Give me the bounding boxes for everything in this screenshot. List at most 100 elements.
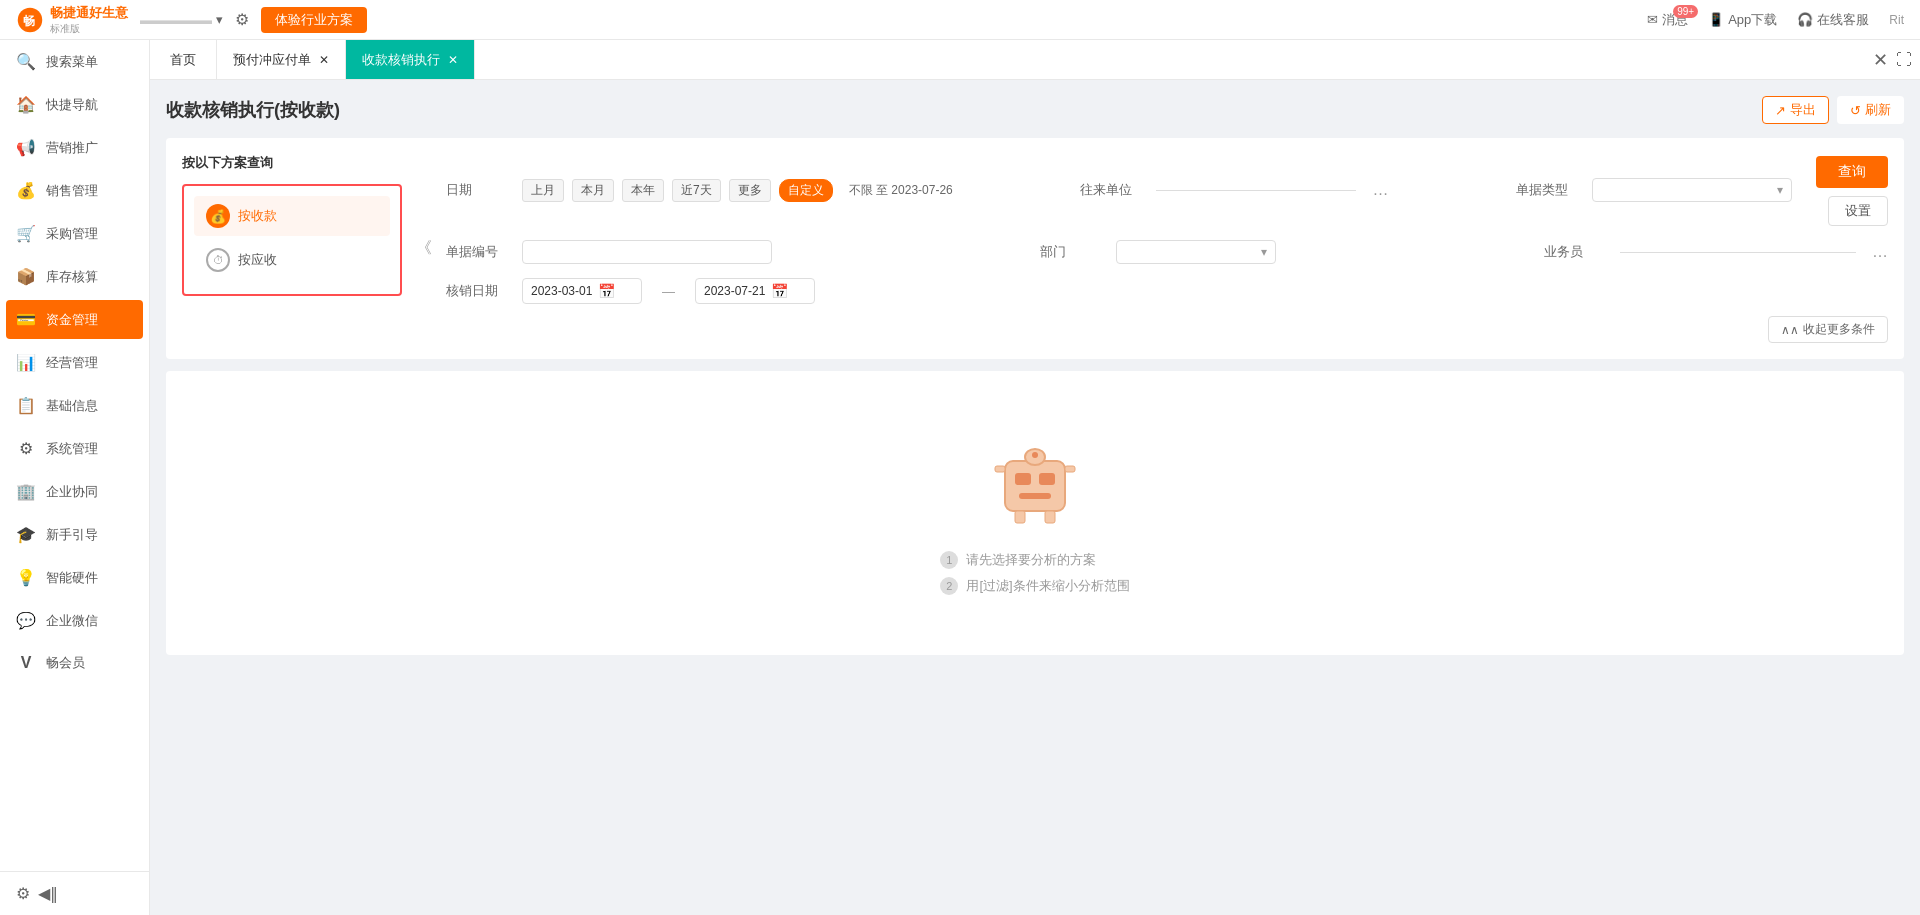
message-badge: 99+ [1673, 5, 1698, 18]
verify-date-start-calendar-icon[interactable]: 📅 [598, 283, 615, 299]
sidebar-item-basic-info[interactable]: 📋 基础信息 [0, 384, 149, 427]
tab-home[interactable]: 首页 [150, 40, 217, 79]
sidebar-item-label: 销售管理 [46, 182, 98, 200]
date-btn-this-year[interactable]: 本年 [622, 179, 664, 202]
topbar-dropdown[interactable]: ▬▬▬▬▬▬ ▾ [140, 12, 223, 27]
verify-date-end-input[interactable]: 2023-07-21 📅 [695, 278, 815, 304]
purchase-icon: 🛒 [16, 224, 36, 243]
sidebar-item-purchase[interactable]: 🛒 采购管理 [0, 212, 149, 255]
tabbar-close-button[interactable]: ✕ [1873, 49, 1888, 71]
tab-payment-verify-close[interactable]: ✕ [448, 53, 458, 67]
marketing-icon: 📢 [16, 138, 36, 157]
verify-date-start-input[interactable]: 2023-03-01 📅 [522, 278, 642, 304]
date-range-dash: — [662, 284, 675, 299]
date-btn-this-month[interactable]: 本月 [572, 179, 614, 202]
staff-dots[interactable]: … [1872, 243, 1888, 261]
date-btn-custom[interactable]: 自定义 [779, 179, 833, 202]
wechat-icon: 💬 [16, 611, 36, 630]
date-btn-7days[interactable]: 近7天 [672, 179, 721, 202]
step-num-1: 1 [940, 551, 958, 569]
sidebar-item-nav[interactable]: 🏠 快捷导航 [0, 83, 149, 126]
tab-payment-verify-label: 收款核销执行 [362, 51, 440, 69]
sidebar-item-search[interactable]: 🔍 搜索菜单 [0, 40, 149, 83]
doc-no-label: 单据编号 [446, 243, 506, 261]
basic-info-icon: 📋 [16, 396, 36, 415]
export-icon: ↗ [1775, 103, 1786, 118]
counter-party-dots[interactable]: … [1372, 181, 1388, 199]
filter-section-title: 按以下方案查询 [182, 154, 402, 172]
filter-rows: 日期 上月 本月 本年 近7天 更多 自定义 不限 至 2023-07-26 [446, 154, 1888, 304]
sidebar-settings-icon[interactable]: ⚙ [16, 884, 30, 903]
empty-step-2-text: 用[过滤]条件来缩小分析范围 [966, 577, 1129, 595]
query-btn-group: 查询 设置 [1808, 154, 1888, 226]
sidebar-item-label: 畅会员 [46, 654, 85, 672]
sidebar-item-label: 资金管理 [46, 311, 98, 329]
sidebar-item-hardware[interactable]: 💡 智能硬件 [0, 556, 149, 599]
svg-point-11 [1032, 452, 1038, 458]
step-num-2: 2 [940, 577, 958, 595]
funds-icon: 💳 [16, 310, 36, 329]
filter-collapse-button[interactable]: 《 [414, 154, 434, 343]
refresh-icon: ↺ [1850, 103, 1861, 118]
sidebar-item-member[interactable]: V 畅会员 [0, 642, 149, 684]
export-button[interactable]: ↗ 导出 [1762, 96, 1829, 124]
tab-payment-verify[interactable]: 收款核销执行 ✕ [346, 40, 475, 79]
date-btn-more[interactable]: 更多 [729, 179, 771, 202]
refresh-button[interactable]: ↺ 刷新 [1837, 96, 1904, 124]
svg-text:畅: 畅 [23, 14, 35, 28]
page-title-row: 收款核销执行(按收款) ↗ 导出 ↺ 刷新 [166, 96, 1904, 124]
logo: 畅 畅捷通好生意 标准版 [16, 4, 128, 36]
verify-date-end-calendar-icon[interactable]: 📅 [771, 283, 788, 299]
settings-button[interactable]: 设置 [1828, 196, 1888, 226]
filter-option-by-receivable[interactable]: ⏱ 按应收 [194, 240, 390, 280]
empty-illustration [975, 431, 1095, 531]
date-filter-group: 上月 本月 本年 近7天 更多 自定义 [522, 179, 833, 202]
tab-prepay-close[interactable]: ✕ [319, 53, 329, 67]
operations-icon: 📊 [16, 353, 36, 372]
dept-select[interactable]: ▾ [1116, 240, 1276, 264]
sidebar-item-label: 经营管理 [46, 354, 98, 372]
doc-type-select[interactable]: ▾ [1592, 178, 1792, 202]
receivable-option-icon: ⏱ [206, 248, 230, 272]
guide-icon: 🎓 [16, 525, 36, 544]
message-button[interactable]: ✉ 消息 99+ [1647, 11, 1688, 29]
date-btn-last-month[interactable]: 上月 [522, 179, 564, 202]
sidebar-item-sales[interactable]: 💰 销售管理 [0, 169, 149, 212]
app-label: App下载 [1728, 11, 1777, 29]
sidebar-item-enterprise[interactable]: 🏢 企业协同 [0, 470, 149, 513]
collapse-more-button[interactable]: ∧∧ 收起更多条件 [1768, 316, 1888, 343]
tab-prepay[interactable]: 预付冲应付单 ✕ [217, 40, 346, 79]
sidebar-item-inventory[interactable]: 📦 库存核算 [0, 255, 149, 298]
sidebar-item-marketing[interactable]: 📢 营销推广 [0, 126, 149, 169]
sidebar-item-label: 新手引导 [46, 526, 98, 544]
sidebar-item-wechat[interactable]: 💬 企业微信 [0, 599, 149, 642]
online-service-button[interactable]: 🎧 在线客服 [1797, 11, 1869, 29]
page-actions: ↗ 导出 ↺ 刷新 [1762, 96, 1904, 124]
tabbar-expand-button[interactable]: ⛶ [1896, 51, 1912, 69]
query-button[interactable]: 查询 [1816, 156, 1888, 188]
payment-option-icon: 💰 [206, 204, 230, 228]
gear-icon[interactable]: ⚙ [235, 10, 249, 29]
hardware-icon: 💡 [16, 568, 36, 587]
sidebar-item-guide[interactable]: 🎓 新手引导 [0, 513, 149, 556]
solution-button[interactable]: 体验行业方案 [261, 7, 367, 33]
sidebar-item-system[interactable]: ⚙ 系统管理 [0, 427, 149, 470]
sidebar-item-funds[interactable]: 💳 资金管理 [6, 300, 143, 339]
service-label: 在线客服 [1817, 11, 1869, 29]
service-icon: 🎧 [1797, 12, 1813, 27]
user-name[interactable]: Rit [1889, 13, 1904, 27]
sales-icon: 💰 [16, 181, 36, 200]
svg-rect-6 [995, 466, 1005, 472]
logo-text: 畅捷通好生意 标准版 [50, 4, 128, 36]
app-download-button[interactable]: 📱 App下载 [1708, 11, 1777, 29]
receivable-option-label: 按应收 [238, 251, 277, 269]
main-layout: 🔍 搜索菜单 🏠 快捷导航 📢 营销推广 💰 销售管理 🛒 采购管理 📦 库存核… [0, 40, 1920, 915]
doc-no-input[interactable] [522, 240, 772, 264]
tabbar-actions: ✕ ⛶ [1873, 49, 1920, 71]
filter-option-by-payment[interactable]: 💰 按收款 [194, 196, 390, 236]
sidebar-collapse-button[interactable]: ◀‖ [38, 884, 58, 903]
inventory-icon: 📦 [16, 267, 36, 286]
sidebar-item-operations[interactable]: 📊 经营管理 [0, 341, 149, 384]
home-icon: 🏠 [16, 95, 36, 114]
payment-option-label: 按收款 [238, 207, 277, 225]
